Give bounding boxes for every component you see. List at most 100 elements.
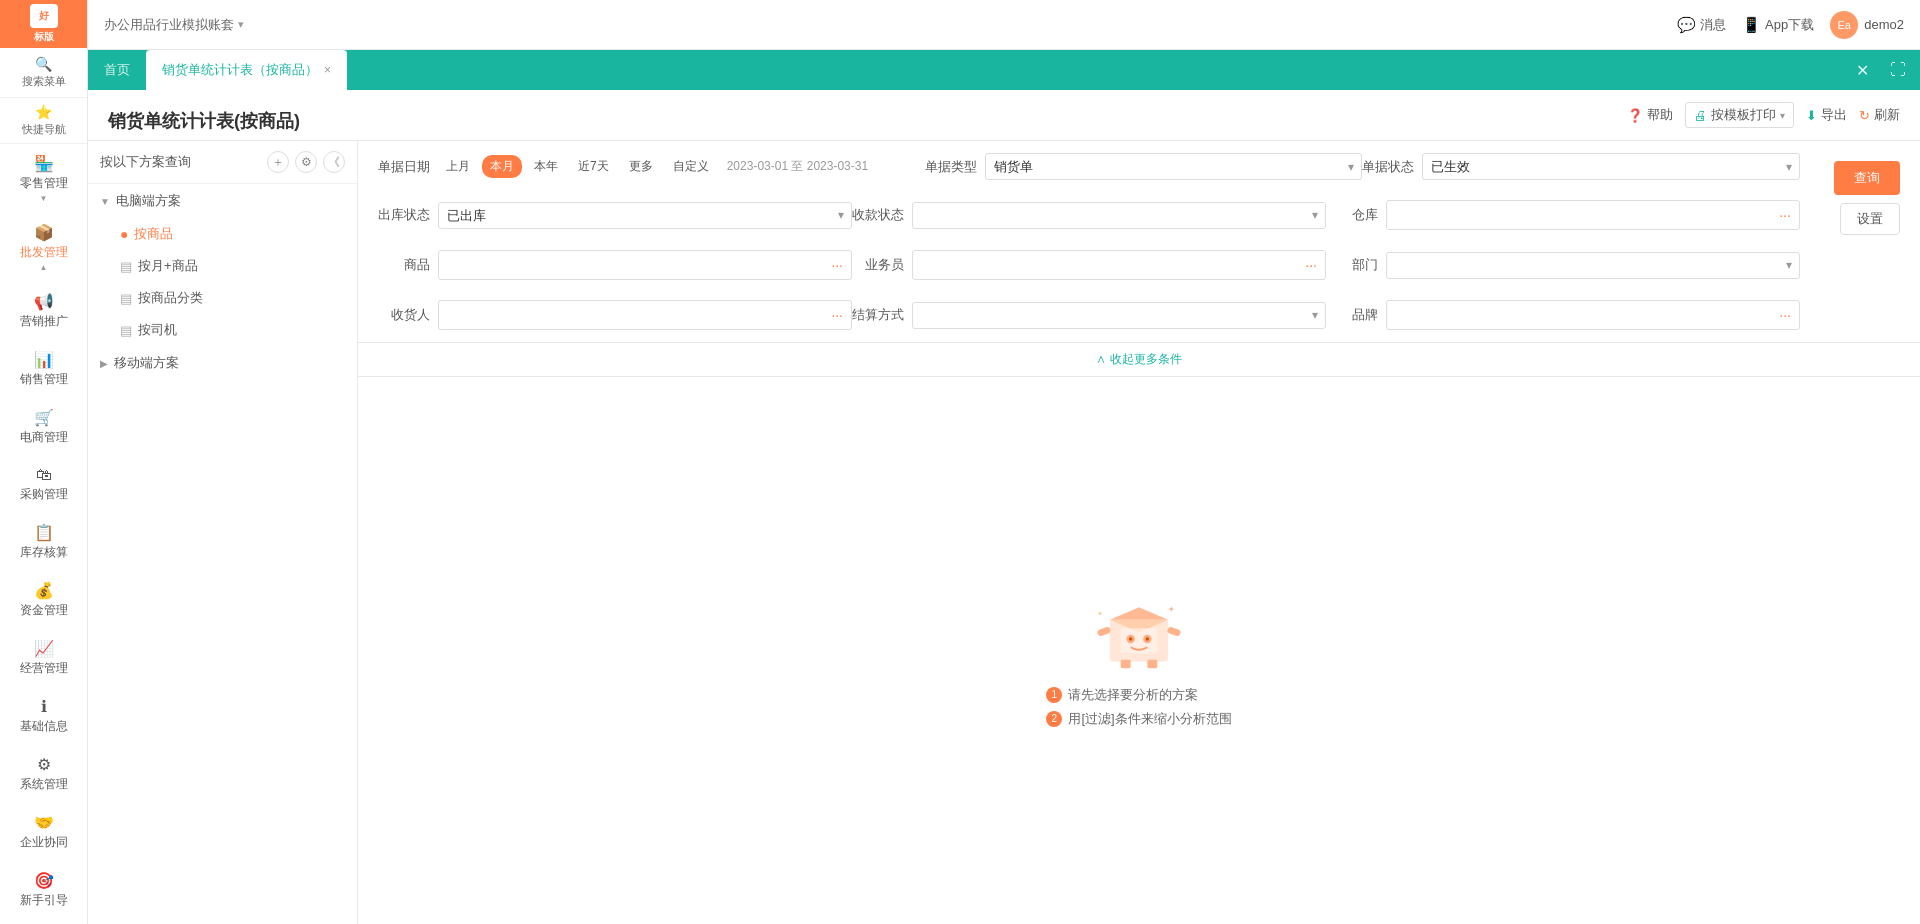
goods-scheme-icon: ● bbox=[120, 226, 128, 242]
sidebar-item-ops[interactable]: 📈 经营管理 bbox=[0, 629, 87, 687]
salesperson-input[interactable]: ··· bbox=[912, 250, 1326, 280]
sidebar-quick-nav[interactable]: ⭐ 快捷导航 bbox=[0, 98, 87, 144]
sidebar-item-purchase[interactable]: 🛍 采购管理 bbox=[0, 456, 87, 513]
payment-method-select[interactable] bbox=[912, 302, 1326, 329]
receiver-label: 收货人 bbox=[378, 306, 438, 324]
category-icon: ▤ bbox=[120, 291, 132, 306]
scheme-group-mobile-header[interactable]: ▶ 移动端方案 bbox=[88, 346, 357, 380]
sidebar-item-collab-label: 企业协同 bbox=[20, 834, 68, 851]
tab-maximize-btn[interactable]: ⛶ bbox=[1884, 56, 1912, 84]
doc-type-select[interactable]: 销货单 bbox=[985, 153, 1363, 180]
sidebar-item-wholesale[interactable]: 📦 批发管理 ▲ bbox=[0, 213, 87, 282]
sidebar-item-retail[interactable]: 🏪 零售管理 ▼ bbox=[0, 144, 87, 213]
scheme-item-by-category[interactable]: ▤ 按商品分类 bbox=[108, 282, 357, 314]
receiver-dots: ··· bbox=[831, 307, 843, 323]
print-button[interactable]: 🖨 按模板打印 ▾ bbox=[1685, 102, 1794, 128]
sidebar-item-ops-label: 经营管理 bbox=[20, 660, 68, 677]
main-content: 办公用品行业模拟账套 ▾ 💬 消息 📱 App下载 Ea demo2 首页 bbox=[88, 0, 1920, 924]
scheme-config-btn[interactable]: ⚙ bbox=[295, 151, 317, 173]
help-icon: ❓ bbox=[1627, 108, 1643, 123]
scheme-item-by-driver[interactable]: ▤ 按司机 bbox=[108, 314, 357, 346]
btn-col: 查询 设置 bbox=[1800, 153, 1900, 235]
date-tab-custom[interactable]: 自定义 bbox=[665, 155, 717, 178]
sidebar-item-marketing[interactable]: 📢 营销推广 bbox=[0, 282, 87, 340]
refresh-icon: ↻ bbox=[1859, 108, 1870, 123]
stock-status-select[interactable]: 已出库 bbox=[438, 202, 852, 229]
tab-close-window-btn[interactable]: ✕ bbox=[1848, 56, 1876, 84]
industry-selector[interactable]: 办公用品行业模拟账套 ▾ bbox=[104, 16, 244, 34]
sidebar-item-collab[interactable]: 🤝 企业协同 bbox=[0, 803, 87, 861]
help-button[interactable]: ❓ 帮助 bbox=[1627, 106, 1673, 124]
sidebar-search[interactable]: 🔍 搜索菜单 bbox=[0, 48, 87, 98]
brand-input[interactable]: ··· bbox=[1386, 300, 1800, 330]
wholesale-icon: 📦 bbox=[34, 223, 54, 242]
driver-icon: ▤ bbox=[120, 323, 132, 338]
tab-close-icon[interactable]: × bbox=[324, 63, 331, 77]
sidebar-item-inventory[interactable]: 📋 库存核算 bbox=[0, 513, 87, 571]
home-label: 首页 bbox=[104, 61, 130, 79]
collapse-row[interactable]: ∧ 收起更多条件 bbox=[358, 343, 1920, 377]
scheme-add-btn[interactable]: ＋ bbox=[267, 151, 289, 173]
filter-row-4: 收货人 ··· 结算方式 bbox=[378, 300, 1800, 330]
collapse-label: ∧ 收起更多条件 bbox=[1096, 352, 1181, 366]
sidebar-item-guide[interactable]: 🎯 新手引导 bbox=[0, 861, 87, 919]
filter-receiver-field: 收货人 ··· bbox=[378, 300, 852, 330]
marketing-icon: 📢 bbox=[34, 292, 54, 311]
tip-1-num: 1 bbox=[1046, 687, 1062, 703]
payment-status-select-wrapper bbox=[912, 202, 1326, 229]
sidebar-item-appstore[interactable]: 📱 应用中心 bbox=[0, 919, 87, 924]
sidebar-item-ecom[interactable]: 🛒 电商管理 bbox=[0, 398, 87, 456]
scheme-list-desktop: ● 按商品 ▤ 按月+商品 ▤ 按商品分类 bbox=[88, 218, 357, 346]
settings-button[interactable]: 设置 bbox=[1840, 203, 1900, 235]
query-button[interactable]: 查询 bbox=[1834, 161, 1900, 195]
receiver-input[interactable]: ··· bbox=[438, 300, 852, 330]
tab-home[interactable]: 首页 bbox=[88, 50, 146, 90]
header-left: 办公用品行业模拟账套 ▾ bbox=[104, 16, 244, 34]
doc-type-label: 单据类型 bbox=[925, 158, 985, 176]
sidebar-item-finance[interactable]: 💰 资金管理 bbox=[0, 571, 87, 629]
date-tab-this-month[interactable]: 本月 bbox=[482, 155, 522, 178]
refresh-button[interactable]: ↻ 刷新 bbox=[1859, 106, 1900, 124]
date-tab-7days[interactable]: 近7天 bbox=[570, 155, 617, 178]
svg-rect-10 bbox=[1097, 626, 1112, 637]
brand-label: 品牌 bbox=[1326, 306, 1386, 324]
date-tab-last-month[interactable]: 上月 bbox=[438, 155, 478, 178]
sales-icon: 📊 bbox=[34, 350, 54, 369]
tip-2-text: 用[过滤]条件来缩小分析范围 bbox=[1068, 710, 1231, 728]
goods-input[interactable]: ··· bbox=[438, 250, 852, 280]
user-info[interactable]: Ea demo2 bbox=[1830, 11, 1904, 39]
page-body: 销货单统计计表(按商品) ❓ 帮助 🖨 按模板打印 ▾ ⬇ 导出 bbox=[88, 90, 1920, 924]
date-tab-more[interactable]: 更多 bbox=[621, 155, 661, 178]
app-download-button[interactable]: 📱 App下载 bbox=[1742, 16, 1814, 34]
scheme-item-by-month-goods[interactable]: ▤ 按月+商品 bbox=[108, 250, 357, 282]
payment-method-label: 结算方式 bbox=[852, 306, 912, 324]
department-select-wrapper bbox=[1386, 252, 1800, 279]
export-button[interactable]: ⬇ 导出 bbox=[1806, 106, 1847, 124]
scheme-item-by-goods[interactable]: ● 按商品 bbox=[108, 218, 357, 250]
department-select[interactable] bbox=[1386, 252, 1800, 279]
inventory-icon: 📋 bbox=[34, 523, 54, 542]
retail-icon: 🏪 bbox=[34, 154, 54, 173]
doc-status-select[interactable]: 已生效 bbox=[1422, 153, 1800, 180]
month-goods-label: 按月+商品 bbox=[138, 257, 198, 275]
messages-button[interactable]: 💬 消息 bbox=[1677, 16, 1726, 34]
date-tabs: 上月 本月 本年 近7天 更多 自定义 bbox=[438, 155, 717, 178]
sidebar: 好 标版 🔍 搜索菜单 ⭐ 快捷导航 🏪 零售管理 ▼ 📦 批发管理 ▲ 📢 营… bbox=[0, 0, 88, 924]
svg-marker-1 bbox=[1110, 607, 1168, 620]
sidebar-item-finance-label: 资金管理 bbox=[20, 602, 68, 619]
scheme-group-desktop-header[interactable]: ▼ 电脑端方案 bbox=[88, 184, 357, 218]
warehouse-input[interactable]: ··· bbox=[1386, 200, 1800, 230]
payment-status-select[interactable] bbox=[912, 202, 1326, 229]
sidebar-item-inventory-label: 库存核算 bbox=[20, 544, 68, 561]
filter-payment-method-field: 结算方式 bbox=[852, 302, 1326, 329]
tab-active[interactable]: 销货单统计计表（按商品） × bbox=[146, 50, 347, 90]
ops-icon: 📈 bbox=[34, 639, 54, 658]
filter-warehouse-field: 仓库 ··· bbox=[1326, 200, 1800, 230]
scheme-collapse-btn[interactable]: 《 bbox=[323, 151, 345, 173]
sidebar-item-basic[interactable]: ℹ 基础信息 bbox=[0, 687, 87, 745]
app-label: App下载 bbox=[1765, 16, 1814, 34]
date-tab-this-year[interactable]: 本年 bbox=[526, 155, 566, 178]
sidebar-item-system[interactable]: ⚙ 系统管理 bbox=[0, 745, 87, 803]
ecom-icon: 🛒 bbox=[34, 408, 54, 427]
sidebar-item-sales[interactable]: 📊 销售管理 bbox=[0, 340, 87, 398]
